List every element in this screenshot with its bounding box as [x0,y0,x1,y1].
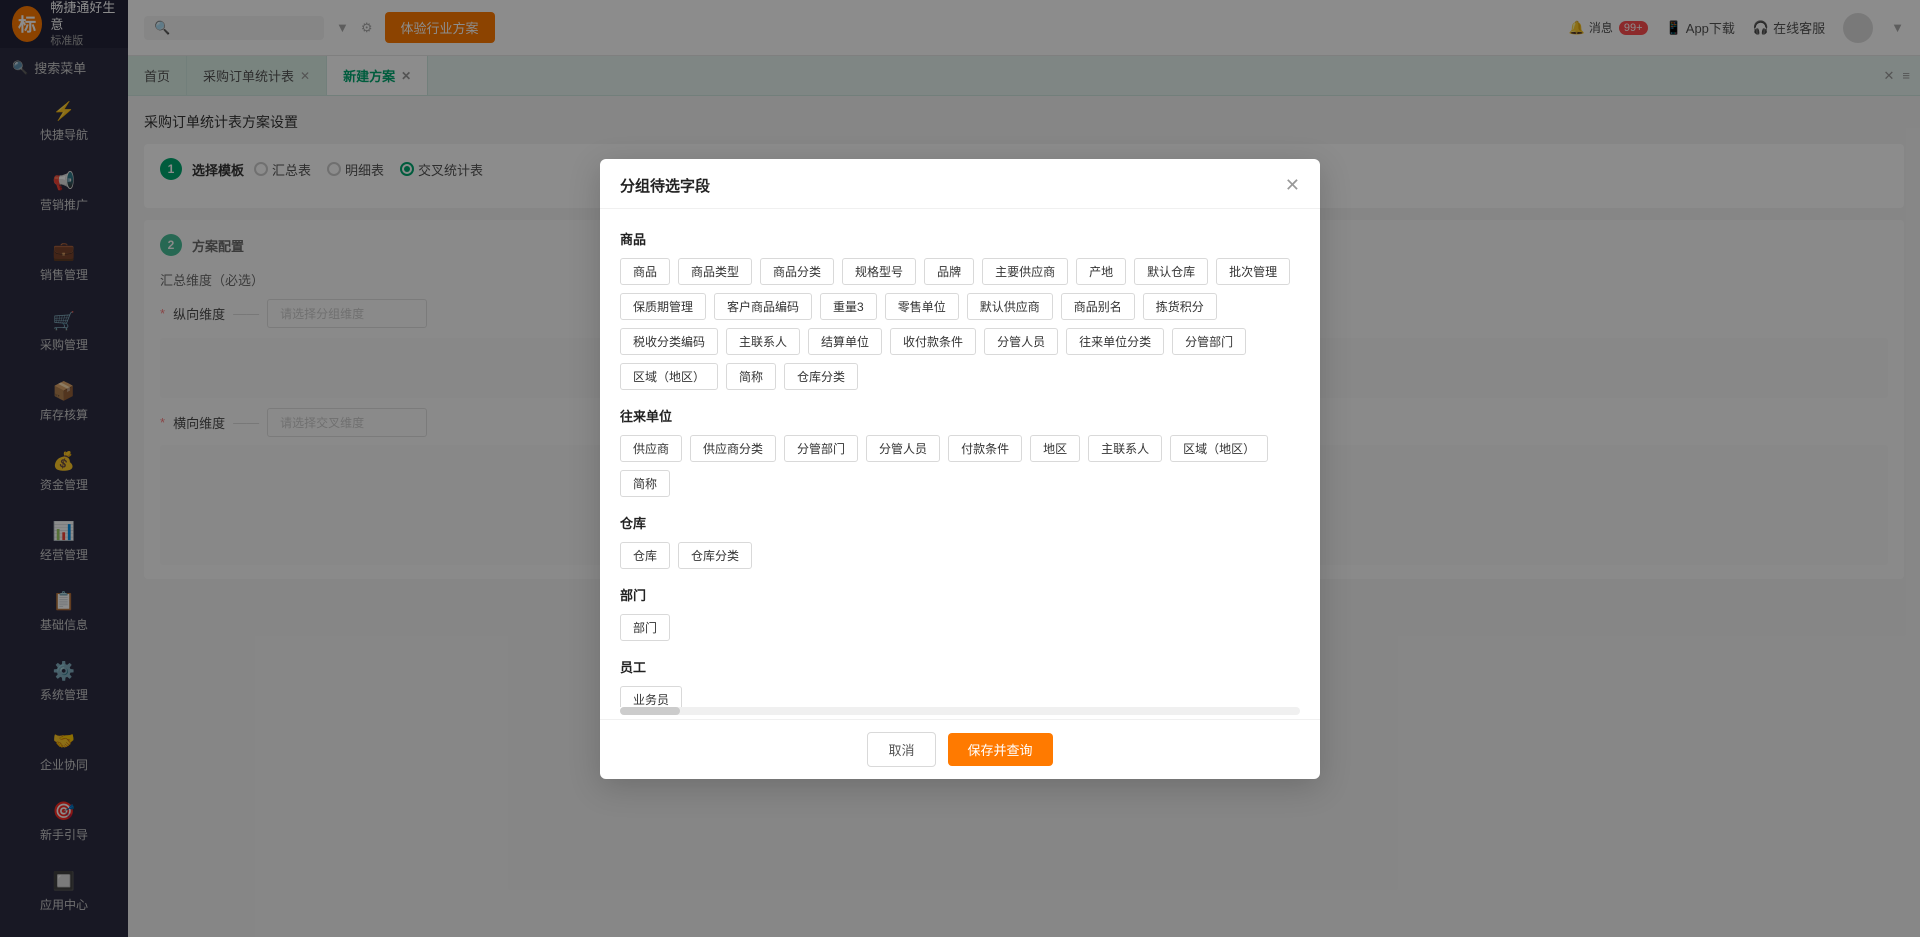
tag-warehouse-1[interactable]: 仓库分类 [678,542,752,569]
modal: 分组待选字段 ✕ 商品商品商品类型商品分类规格型号品牌主要供应商产地默认仓库批次… [600,159,1320,779]
modal-scrollbar-area [600,707,1320,719]
modal-overlay: 分组待选字段 ✕ 商品商品商品类型商品分类规格型号品牌主要供应商产地默认仓库批次… [0,0,1920,937]
modal-title: 分组待选字段 [620,175,710,196]
tag-counterparty-0[interactable]: 供应商 [620,435,682,462]
tag-goods-19[interactable]: 收付款条件 [890,328,976,355]
tag-goods-2[interactable]: 商品分类 [760,258,834,285]
tag-counterparty-4[interactable]: 付款条件 [948,435,1022,462]
tag-counterparty-8[interactable]: 简称 [620,470,670,497]
tag-counterparty-6[interactable]: 主联系人 [1088,435,1162,462]
confirm-button[interactable]: 保存并查询 [948,733,1053,766]
tag-goods-15[interactable]: 拣货积分 [1143,293,1217,320]
tag-goods-20[interactable]: 分管人员 [984,328,1058,355]
tag-counterparty-7[interactable]: 区域（地区） [1170,435,1268,462]
modal-header: 分组待选字段 ✕ [600,159,1320,209]
tag-goods-21[interactable]: 往来单位分类 [1066,328,1164,355]
tag-goods-5[interactable]: 主要供应商 [982,258,1068,285]
tag-counterparty-3[interactable]: 分管人员 [866,435,940,462]
scrollbar-thumb [620,707,680,715]
tag-goods-12[interactable]: 零售单位 [885,293,959,320]
tag-goods-6[interactable]: 产地 [1076,258,1126,285]
tag-goods-8[interactable]: 批次管理 [1216,258,1290,285]
modal-body[interactable]: 商品商品商品类型商品分类规格型号品牌主要供应商产地默认仓库批次管理保质期管理客户… [600,209,1320,707]
modal-close-icon[interactable]: ✕ [1285,175,1300,196]
tag-goods-14[interactable]: 商品别名 [1061,293,1135,320]
tag-goods-17[interactable]: 主联系人 [726,328,800,355]
tag-goods-0[interactable]: 商品 [620,258,670,285]
tag-group-staff: 业务员 [620,686,1300,707]
tag-goods-25[interactable]: 仓库分类 [784,363,858,390]
section-title-staff: 员工 [620,657,1300,676]
tag-goods-10[interactable]: 客户商品编码 [714,293,812,320]
tag-group-department: 部门 [620,614,1300,641]
tag-goods-4[interactable]: 品牌 [924,258,974,285]
cancel-button[interactable]: 取消 [867,732,935,767]
tag-goods-24[interactable]: 简称 [726,363,776,390]
tag-goods-18[interactable]: 结算单位 [808,328,882,355]
tag-goods-7[interactable]: 默认仓库 [1134,258,1208,285]
tag-counterparty-2[interactable]: 分管部门 [784,435,858,462]
modal-footer: 取消 保存并查询 [600,719,1320,779]
tag-goods-11[interactable]: 重量3 [820,293,877,320]
tag-goods-1[interactable]: 商品类型 [678,258,752,285]
section-title-goods: 商品 [620,229,1300,248]
tag-goods-13[interactable]: 默认供应商 [967,293,1053,320]
tag-department-0[interactable]: 部门 [620,614,670,641]
tag-warehouse-0[interactable]: 仓库 [620,542,670,569]
tag-goods-16[interactable]: 税收分类编码 [620,328,718,355]
tag-counterparty-1[interactable]: 供应商分类 [690,435,776,462]
section-title-department: 部门 [620,585,1300,604]
tag-goods-22[interactable]: 分管部门 [1172,328,1246,355]
tag-goods-23[interactable]: 区域（地区） [620,363,718,390]
tag-goods-3[interactable]: 规格型号 [842,258,916,285]
tag-group-goods: 商品商品类型商品分类规格型号品牌主要供应商产地默认仓库批次管理保质期管理客户商品… [620,258,1300,390]
tag-group-warehouse: 仓库仓库分类 [620,542,1300,569]
horizontal-scrollbar[interactable] [620,707,1300,715]
tag-goods-9[interactable]: 保质期管理 [620,293,706,320]
section-title-warehouse: 仓库 [620,513,1300,532]
section-title-counterparty: 往来单位 [620,406,1300,425]
tag-staff-0[interactable]: 业务员 [620,686,682,707]
tag-group-counterparty: 供应商供应商分类分管部门分管人员付款条件地区主联系人区域（地区） 简称 [620,435,1300,497]
tag-counterparty-5[interactable]: 地区 [1030,435,1080,462]
